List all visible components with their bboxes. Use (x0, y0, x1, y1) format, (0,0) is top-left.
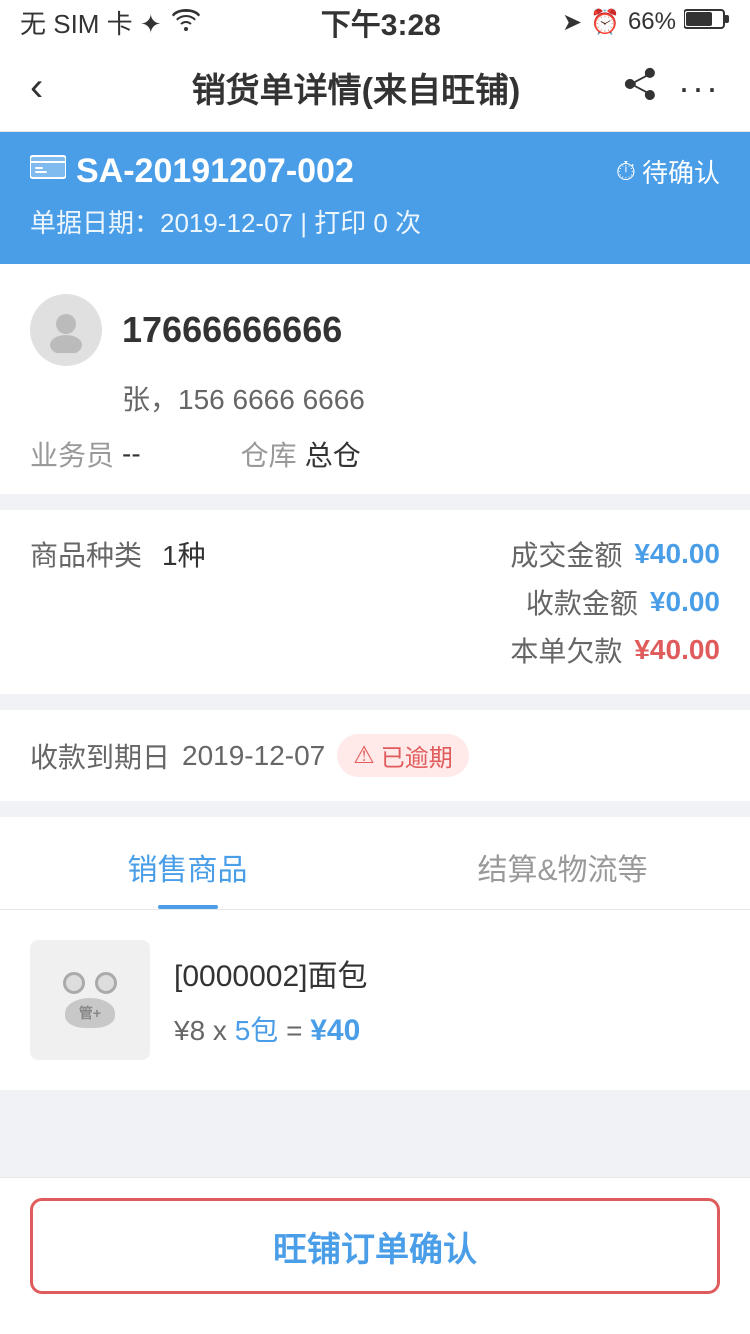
customer-meta: 业务员 -- 仓库 总仓 (30, 434, 720, 474)
price-text: ¥8 x (174, 1015, 235, 1046)
battery-text: 66% (628, 8, 676, 36)
deal-amount-label: 成交金额 (510, 534, 622, 574)
more-button[interactable]: ··· (678, 67, 720, 109)
due-date-value: 2019-12-07 (182, 740, 325, 772)
nav-right-icons: ··· (622, 66, 720, 110)
salesman-value: -- (122, 438, 141, 470)
received-amount-row: 收款金额 ¥0.00 (526, 582, 720, 622)
customer-card: 17666666666 张，156 6666 6666 业务员 -- 仓库 总仓 (0, 264, 750, 494)
overdue-badge: ⚠ 已逾期 (337, 734, 469, 777)
status-clock-icon: ⏱ (616, 156, 636, 188)
no-sim-text: 无 SIM 卡 ✦ (20, 4, 162, 41)
product-price: ¥8 x 5包 = ¥40 (174, 1009, 720, 1049)
product-info: [0000002]面包 ¥8 x 5包 = ¥40 (174, 951, 720, 1049)
type-label: 商品种类 (30, 534, 142, 574)
page-title: 销货单详情(来自旺铺) (192, 63, 521, 112)
back-button[interactable]: ‹ (30, 65, 90, 110)
summary-card: 商品种类 1种 成交金额 ¥40.00 收款金额 ¥0.00 本单欠款 ¥40.… (0, 510, 750, 694)
status-left: 无 SIM 卡 ✦ (20, 4, 200, 41)
order-id: SA-20191207-002 (30, 152, 354, 191)
order-status: ⏱ 待确认 (616, 153, 720, 190)
deal-amount-value: ¥40.00 (634, 538, 720, 570)
customer-name: 张，156 6666 6666 (30, 378, 720, 418)
tab-settlement[interactable]: 结算&物流等 (375, 817, 750, 909)
product-qty: 5包 (235, 1015, 279, 1046)
order-icon (30, 152, 66, 191)
eq-sign: = (286, 1015, 310, 1046)
type-value: 1种 (162, 534, 206, 574)
share-button[interactable] (622, 66, 658, 110)
customer-phone: 17666666666 (122, 309, 342, 351)
product-thumbnail: 管+ (30, 940, 150, 1060)
status-right: ➤ ⏰ 66% (562, 8, 730, 37)
overdue-text: 已逾期 (381, 738, 453, 773)
summary-left: 商品种类 1种 (30, 534, 206, 574)
alarm-icon: ⏰ (590, 8, 620, 37)
summary-right: 成交金额 ¥40.00 收款金额 ¥0.00 本单欠款 ¥40.00 (510, 534, 720, 670)
product-list: 管+ [0000002]面包 ¥8 x 5包 = ¥40 (0, 910, 750, 1090)
due-date-label: 收款到期日 (30, 736, 170, 776)
warehouse-value: 总仓 (305, 434, 361, 474)
owed-amount-label: 本单欠款 (510, 630, 622, 670)
order-header: SA-20191207-002 ⏱ 待确认 单据日期：2019-12-07 | … (0, 132, 750, 264)
received-amount-label: 收款金额 (526, 582, 638, 622)
salesman-label: 业务员 (30, 434, 114, 474)
status-time: 下午3:28 (321, 0, 441, 44)
tab-products[interactable]: 销售商品 (0, 817, 375, 909)
table-row: 管+ [0000002]面包 ¥8 x 5包 = ¥40 (0, 910, 750, 1090)
due-date-card: 收款到期日 2019-12-07 ⚠ 已逾期 (0, 710, 750, 801)
location-icon: ➤ (562, 8, 582, 37)
nav-bar: ‹ 销货单详情(来自旺铺) ··· (0, 44, 750, 132)
owed-amount-value: ¥40.00 (634, 634, 720, 666)
owed-amount-row: 本单欠款 ¥40.00 (510, 630, 720, 670)
tabs-container: 销售商品 结算&物流等 (0, 817, 750, 910)
bottom-bar: 旺铺订单确认 (0, 1177, 750, 1334)
confirm-order-button[interactable]: 旺铺订单确认 (30, 1198, 720, 1294)
product-name: [0000002]面包 (174, 951, 720, 995)
battery-icon (684, 8, 730, 37)
tab-underline (158, 905, 218, 909)
received-amount-value: ¥0.00 (650, 586, 720, 618)
order-date: 单据日期：2019-12-07 | 打印 0 次 (30, 203, 720, 240)
overdue-icon: ⚠ (353, 741, 375, 770)
status-bar: 无 SIM 卡 ✦ 下午3:28 ➤ ⏰ 66% (0, 0, 750, 44)
warehouse-label: 仓库 (241, 434, 297, 474)
deal-amount-row: 成交金额 ¥40.00 (510, 534, 720, 574)
product-total: ¥40 (310, 1014, 360, 1047)
wifi-icon (172, 7, 200, 38)
customer-avatar (30, 294, 102, 366)
